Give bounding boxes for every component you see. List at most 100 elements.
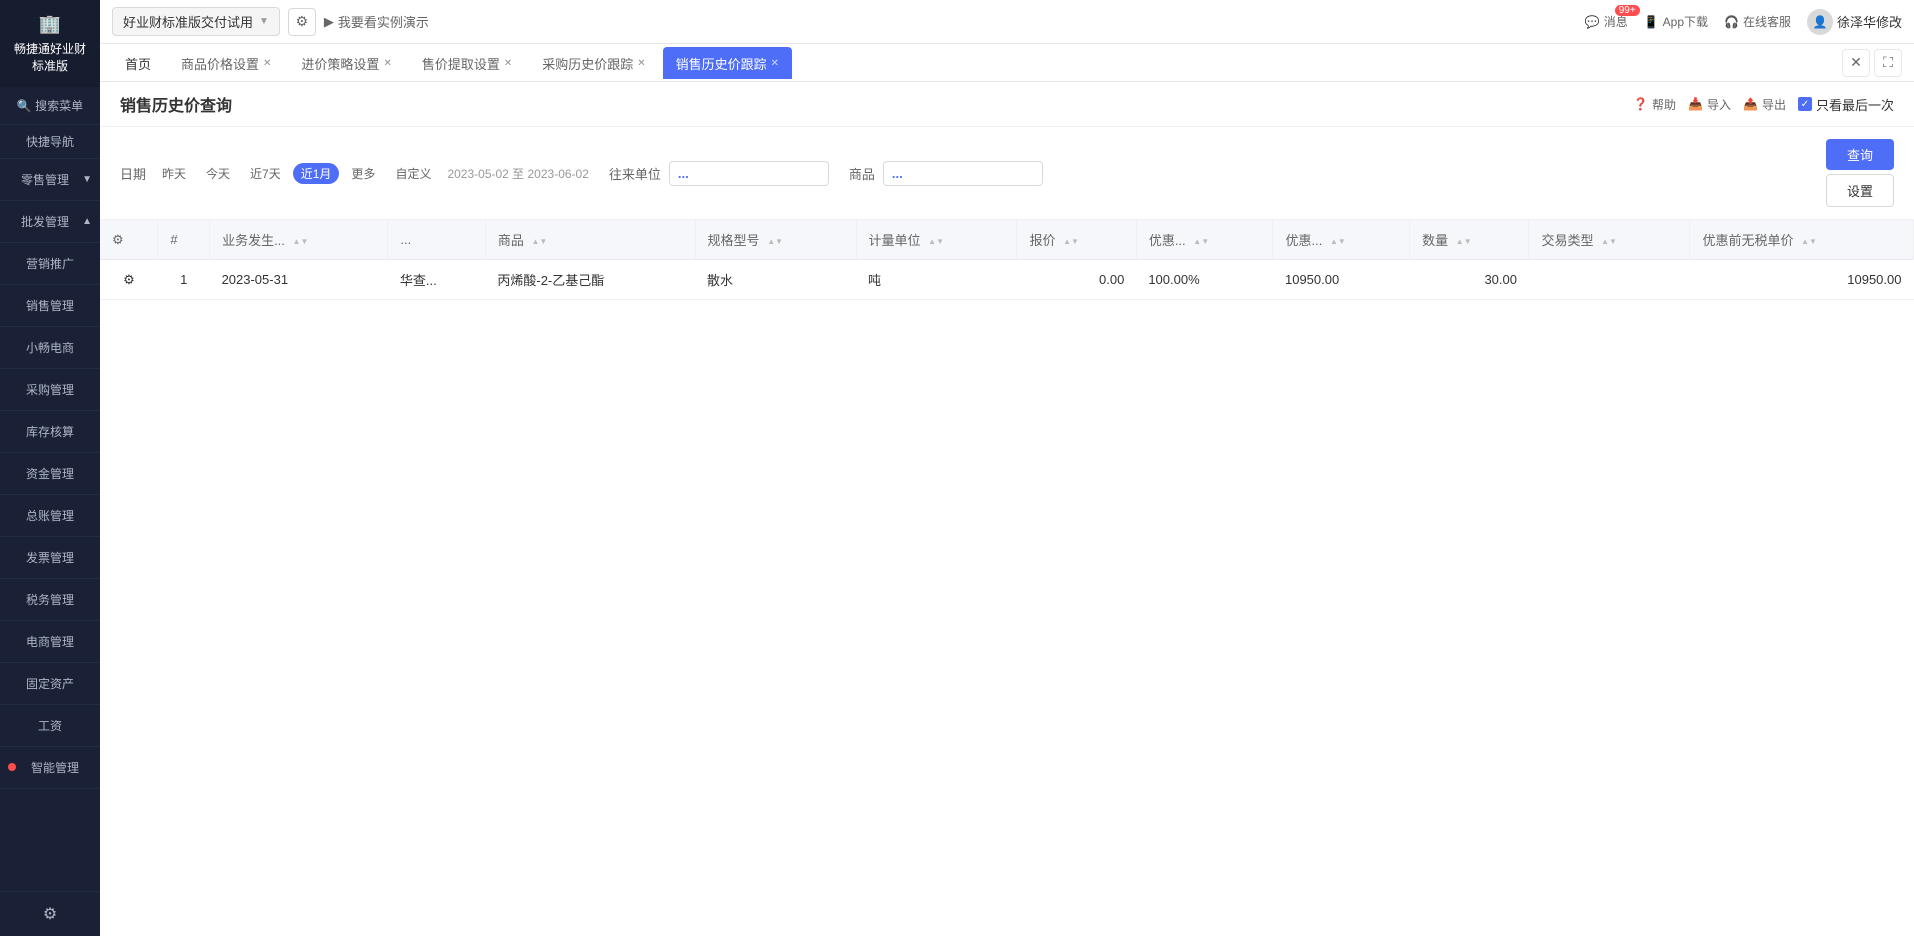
col-unit[interactable]: 计量单位 ▲▼ bbox=[856, 220, 1017, 260]
row-list-price: 0.00 bbox=[1017, 260, 1136, 300]
customer-input[interactable]: ... bbox=[669, 161, 829, 186]
close-panel-button[interactable]: ✕ bbox=[1842, 49, 1870, 77]
sidebar-settings-button[interactable]: ⚙ bbox=[0, 891, 100, 936]
export-button[interactable]: 📤 导出 bbox=[1743, 96, 1786, 113]
sidebar-item-finance[interactable]: 资金管理 bbox=[0, 453, 100, 495]
sidebar-item-inventory[interactable]: 库存核算 bbox=[0, 411, 100, 453]
sidebar-item-smart[interactable]: 智能管理 bbox=[0, 747, 100, 789]
sidebar-item-invoice[interactable]: 发票管理 bbox=[0, 537, 100, 579]
col-tx-type[interactable]: 交易类型 ▲▼ bbox=[1529, 220, 1690, 260]
sidebar-item-purchase[interactable]: 采购管理 bbox=[0, 369, 100, 411]
sidebar-item-ecom[interactable]: 电商管理 bbox=[0, 621, 100, 663]
message-button[interactable]: 💬 消息 99+ bbox=[1585, 13, 1628, 30]
row-quantity: 30.00 bbox=[1410, 260, 1529, 300]
col-spec[interactable]: 规格型号 ▲▼ bbox=[695, 220, 856, 260]
help-button[interactable]: ❓ 帮助 bbox=[1633, 96, 1676, 113]
customer-label: 往来单位 bbox=[609, 164, 661, 183]
sidebar-item-salary[interactable]: 工资 bbox=[0, 705, 100, 747]
date-yesterday-btn[interactable]: 昨天 bbox=[154, 163, 194, 184]
sidebar-search-menu[interactable]: 🔍 搜索菜单 bbox=[0, 87, 100, 125]
sidebar-item-sales[interactable]: 销售管理 bbox=[0, 285, 100, 327]
sort-icon: ▲▼ bbox=[293, 237, 309, 246]
product-filter-group: 商品 ... bbox=[849, 161, 1043, 186]
settings-icon: ⚙ bbox=[43, 906, 57, 923]
table-header-row: ⚙ # 业务发生... ▲▼ ... 商品 ▲▼ 规格型号 bbox=[100, 220, 1914, 260]
data-table: ⚙ # 业务发生... ▲▼ ... 商品 ▲▼ 规格型号 bbox=[100, 220, 1914, 300]
col-biz-date[interactable]: 业务发生... ▲▼ bbox=[210, 220, 388, 260]
sidebar-item-ecom-small[interactable]: 小畅电商 bbox=[0, 327, 100, 369]
settings-button[interactable]: 设置 bbox=[1826, 174, 1894, 207]
col-gear[interactable]: ⚙ bbox=[100, 220, 158, 260]
sidebar-item-ledger[interactable]: 总账管理 bbox=[0, 495, 100, 537]
sort-icon: ▲▼ bbox=[767, 237, 783, 246]
only-last-checkbox-label[interactable]: ✓ 只看最后一次 bbox=[1798, 95, 1894, 114]
module-settings-button[interactable]: ⚙ bbox=[288, 8, 316, 36]
play-icon: ▶ bbox=[324, 14, 334, 30]
tab-home[interactable]: 首页 bbox=[112, 47, 164, 79]
tab-product-price[interactable]: 商品价格设置 ✕ bbox=[168, 47, 284, 79]
demo-link[interactable]: ▶ 我要看实例演示 bbox=[324, 12, 429, 31]
customer-dots-icon: ... bbox=[678, 166, 689, 181]
sidebar-item-wholesale[interactable]: 批发管理 ▲ bbox=[0, 201, 100, 243]
sort-icon: ▲▼ bbox=[1456, 237, 1472, 246]
row-gear-cell[interactable]: ⚙ bbox=[100, 260, 158, 300]
date-label: 日期 bbox=[120, 164, 146, 183]
row-unit: 吨 bbox=[856, 260, 1017, 300]
product-label: 商品 bbox=[849, 164, 875, 183]
sidebar-quicknav[interactable]: 快捷导航 bbox=[0, 125, 100, 159]
date-custom-btn[interactable]: 自定义 bbox=[387, 163, 439, 184]
top-bar-right: 💬 消息 99+ 📱 App下载 🎧 在线客服 👤 徐泽华修改 bbox=[1585, 9, 1902, 35]
product-input[interactable]: ... bbox=[883, 161, 1043, 186]
sort-icon: ▲▼ bbox=[1601, 237, 1617, 246]
message-badge: 99+ bbox=[1615, 5, 1640, 16]
online-service-button[interactable]: 🎧 在线客服 bbox=[1724, 13, 1791, 30]
tab-sale-extract[interactable]: 售价提取设置 ✕ bbox=[409, 47, 525, 79]
close-icon[interactable]: ✕ bbox=[637, 58, 645, 69]
module-selector[interactable]: 好业财标准版交付试用 ▼ bbox=[112, 7, 280, 36]
only-last-checkbox[interactable]: ✓ bbox=[1798, 97, 1812, 111]
date-last1month-btn[interactable]: 近1月 bbox=[293, 163, 340, 184]
user-info[interactable]: 👤 徐泽华修改 bbox=[1807, 9, 1902, 35]
sidebar-item-marketing[interactable]: 营销推广 bbox=[0, 243, 100, 285]
sidebar-item-assets[interactable]: 固定资产 bbox=[0, 663, 100, 705]
sidebar-item-retail[interactable]: 零售管理 ▼ bbox=[0, 159, 100, 201]
tab-purchase-history[interactable]: 采购历史价跟踪 ✕ bbox=[529, 47, 658, 79]
expand-panel-button[interactable]: ⛶ bbox=[1874, 49, 1902, 77]
sort-icon: ▲▼ bbox=[928, 237, 944, 246]
col-quantity[interactable]: 数量 ▲▼ bbox=[1410, 220, 1529, 260]
headset-icon: 🎧 bbox=[1724, 15, 1739, 29]
user-name: 徐泽华修改 bbox=[1837, 12, 1902, 31]
import-icon: 📥 bbox=[1688, 97, 1703, 111]
col-list-price[interactable]: 报价 ▲▼ bbox=[1017, 220, 1136, 260]
tab-sale-extract-label: 售价提取设置 bbox=[422, 54, 500, 73]
sidebar-item-tax[interactable]: 税务管理 bbox=[0, 579, 100, 621]
col-more[interactable]: ... bbox=[388, 220, 485, 260]
gear-icon: ⚙ bbox=[296, 13, 309, 30]
col-discount2[interactable]: 优惠... ▲▼ bbox=[1273, 220, 1410, 260]
logo-text-line2: 标准版 bbox=[8, 58, 92, 75]
tabs-right-controls: ✕ ⛶ bbox=[1842, 49, 1902, 77]
sort-icon: ▲▼ bbox=[1330, 237, 1346, 246]
tab-sales-history-label: 销售历史价跟踪 bbox=[676, 54, 767, 73]
sidebar: 🏢 畅捷通好业财 标准版 🔍 搜索菜单 快捷导航 零售管理 ▼ 批发管理 ▲ 营… bbox=[0, 0, 100, 936]
sort-icon: ▲▼ bbox=[532, 237, 548, 246]
tab-purchase-history-label: 采购历史价跟踪 bbox=[542, 54, 633, 73]
close-icon[interactable]: ✕ bbox=[383, 58, 391, 69]
close-icon[interactable]: ✕ bbox=[263, 58, 271, 69]
close-icon[interactable]: ✕ bbox=[504, 58, 512, 69]
row-spec: 散水 bbox=[695, 260, 856, 300]
tab-price-strategy[interactable]: 进价策略设置 ✕ bbox=[288, 47, 404, 79]
app-download-button[interactable]: 📱 App下载 bbox=[1644, 13, 1708, 30]
col-pre-tax-price[interactable]: 优惠前无税单价 ▲▼ bbox=[1690, 220, 1914, 260]
phone-icon: 📱 bbox=[1644, 15, 1659, 29]
date-today-btn[interactable]: 今天 bbox=[198, 163, 238, 184]
close-icon[interactable]: ✕ bbox=[771, 58, 779, 69]
import-button[interactable]: 📥 导入 bbox=[1688, 96, 1731, 113]
col-product[interactable]: 商品 ▲▼ bbox=[485, 220, 695, 260]
col-discount1[interactable]: 优惠... ▲▼ bbox=[1136, 220, 1273, 260]
query-button[interactable]: 查询 bbox=[1826, 139, 1894, 170]
date-last7days-btn[interactable]: 近7天 bbox=[242, 163, 289, 184]
sidebar-logo: 🏢 畅捷通好业财 标准版 bbox=[0, 0, 100, 87]
tab-sales-history[interactable]: 销售历史价跟踪 ✕ bbox=[663, 47, 792, 79]
date-more-btn[interactable]: 更多 bbox=[343, 163, 383, 184]
